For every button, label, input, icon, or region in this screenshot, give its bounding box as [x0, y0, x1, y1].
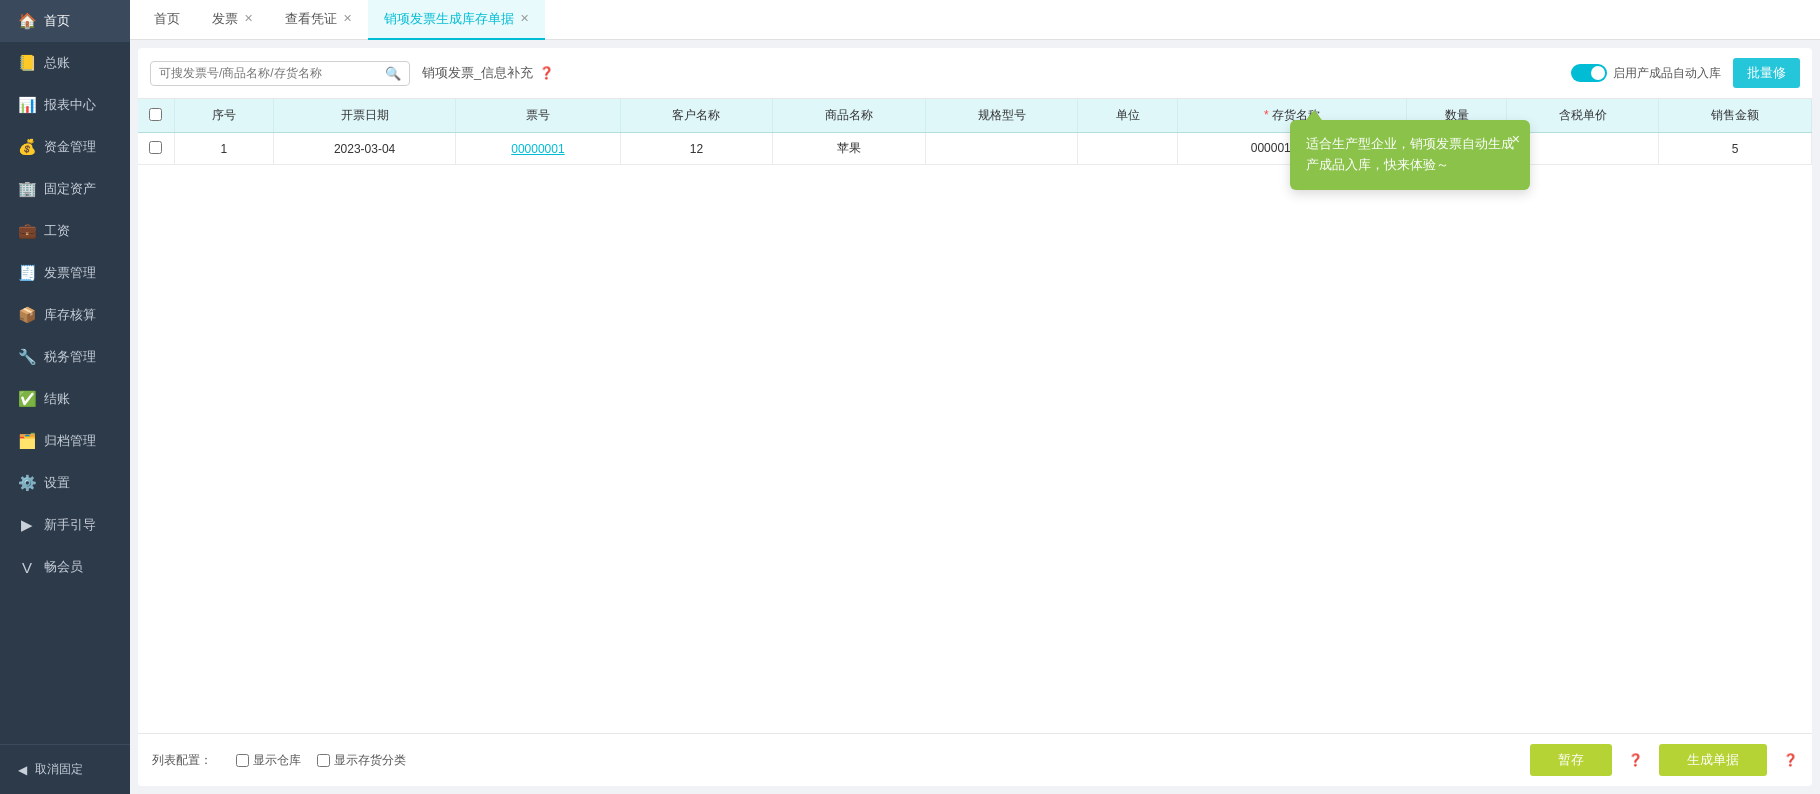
report-icon: 📊 — [18, 96, 36, 114]
invoice-icon: 🧾 — [18, 264, 36, 282]
cell-amount: 5 — [1659, 133, 1812, 165]
save-help-icon: ❓ — [1628, 753, 1643, 767]
sidebar-bottom: ◀ 取消固定 — [0, 744, 130, 794]
generate-button[interactable]: 生成单据 — [1659, 744, 1767, 776]
tooltip-pointer — [1306, 110, 1322, 120]
sidebar: 🏠 首页 📒 总账 📊 报表中心 💰 资金管理 🏢 固定资产 💼 工资 🧾 发票… — [0, 0, 130, 794]
th-checkbox — [138, 99, 174, 133]
tab-stock-form[interactable]: 销项发票生成库存单据 ✕ — [368, 0, 545, 40]
cell-customer: 12 — [620, 133, 773, 165]
sidebar-item-settings[interactable]: ⚙️ 设置 — [0, 462, 130, 504]
toolbar: 🔍 销项发票_信息补充 ❓ 启用产成品自动入库 批量修 — [138, 48, 1812, 99]
guide-icon: ▶ — [18, 516, 36, 534]
auto-warehouse-toggle[interactable] — [1571, 64, 1607, 82]
sidebar-item-archive[interactable]: 🗂️ 归档管理 — [0, 420, 130, 462]
show-category-label: 显示存货分类 — [317, 752, 406, 769]
show-warehouse-checkbox[interactable] — [236, 754, 249, 767]
info-section: 销项发票_信息补充 ❓ — [422, 64, 554, 82]
table-row: 1 2023-03-04 00000001 12 苹果 000001 苹果 个 … — [138, 133, 1812, 165]
unpin-icon: ◀ — [18, 763, 27, 777]
close-voucher-tab-icon[interactable]: ✕ — [343, 12, 352, 25]
th-date: 开票日期 — [274, 99, 456, 133]
cell-goods: 苹果 — [773, 133, 926, 165]
show-category-checkbox[interactable] — [317, 754, 330, 767]
select-all-checkbox[interactable] — [149, 108, 162, 121]
cell-seq: 1 — [174, 133, 274, 165]
sidebar-item-vip[interactable]: V 畅会员 — [0, 546, 130, 588]
tooltip-close-button[interactable]: × — [1512, 128, 1520, 150]
toggle-knob — [1591, 66, 1605, 80]
cell-date: 2023-03-04 — [274, 133, 456, 165]
settle-icon: ✅ — [18, 390, 36, 408]
th-model: 规格型号 — [925, 99, 1078, 133]
th-goods: 商品名称 — [773, 99, 926, 133]
search-input[interactable] — [159, 66, 385, 80]
tab-invoice[interactable]: 发票 ✕ — [196, 0, 269, 40]
tooltip-text: 适合生产型企业，销项发票自动生成产成品入库，快来体验～ — [1306, 136, 1514, 172]
th-amount: 销售金额 — [1659, 99, 1812, 133]
tooltip-popup: × 适合生产型企业，销项发票自动生成产成品入库，快来体验～ — [1290, 120, 1530, 190]
sidebar-item-salary[interactable]: 💼 工资 — [0, 210, 130, 252]
data-table: 序号 开票日期 票号 客户名称 商品名称 规格型号 单位 存货名称 数量 含税单… — [138, 99, 1812, 165]
sidebar-item-fund[interactable]: 💰 资金管理 — [0, 126, 130, 168]
inventory-icon: 📦 — [18, 306, 36, 324]
row-checkbox-cell — [138, 133, 174, 165]
main-area: 首页 发票 ✕ 查看凭证 ✕ 销项发票生成库存单据 ✕ 🔍 销项发票_信息补充 … — [130, 0, 1820, 794]
th-no: 票号 — [456, 99, 621, 133]
tab-home[interactable]: 首页 — [138, 0, 196, 40]
home-icon: 🏠 — [18, 12, 36, 30]
table-wrapper: 序号 开票日期 票号 客户名称 商品名称 规格型号 单位 存货名称 数量 含税单… — [138, 99, 1812, 733]
batch-button[interactable]: 批量修 — [1733, 58, 1800, 88]
sidebar-item-tax[interactable]: 🔧 税务管理 — [0, 336, 130, 378]
th-unit: 单位 — [1078, 99, 1178, 133]
sidebar-item-report[interactable]: 📊 报表中心 — [0, 84, 130, 126]
unpin-button[interactable]: ◀ 取消固定 — [0, 753, 130, 786]
show-warehouse-label: 显示仓库 — [236, 752, 301, 769]
save-button[interactable]: 暂存 — [1530, 744, 1612, 776]
sidebar-item-asset[interactable]: 🏢 固定资产 — [0, 168, 130, 210]
tab-voucher[interactable]: 查看凭证 ✕ — [269, 0, 368, 40]
vip-icon: V — [18, 559, 36, 576]
cell-unit — [1078, 133, 1178, 165]
salary-icon: 💼 — [18, 222, 36, 240]
th-customer: 客户名称 — [620, 99, 773, 133]
sidebar-item-inventory[interactable]: 📦 库存核算 — [0, 294, 130, 336]
info-icon: ❓ — [539, 66, 554, 80]
row-checkbox[interactable] — [149, 141, 162, 154]
toggle-section: 启用产成品自动入库 — [1571, 64, 1721, 82]
search-icon: 🔍 — [385, 66, 401, 81]
close-invoice-tab-icon[interactable]: ✕ — [244, 12, 253, 25]
bottom-bar: 列表配置： 显示仓库 显示存货分类 暂存 ❓ 生成单据 ❓ — [138, 733, 1812, 786]
settings-icon: ⚙️ — [18, 474, 36, 492]
tab-bar: 首页 发票 ✕ 查看凭证 ✕ 销项发票生成库存单据 ✕ — [130, 0, 1820, 40]
search-box[interactable]: 🔍 — [150, 61, 410, 86]
cell-model — [925, 133, 1078, 165]
sidebar-item-invoice[interactable]: 🧾 发票管理 — [0, 252, 130, 294]
tax-icon: 🔧 — [18, 348, 36, 366]
content-area: 🔍 销项发票_信息补充 ❓ 启用产成品自动入库 批量修 — [138, 48, 1812, 786]
generate-help-icon: ❓ — [1783, 753, 1798, 767]
sidebar-item-settle[interactable]: ✅ 结账 — [0, 378, 130, 420]
fund-icon: 💰 — [18, 138, 36, 156]
ledger-icon: 📒 — [18, 54, 36, 72]
th-seq: 序号 — [174, 99, 274, 133]
sidebar-item-guide[interactable]: ▶ 新手引导 — [0, 504, 130, 546]
close-stock-form-tab-icon[interactable]: ✕ — [520, 12, 529, 25]
sidebar-item-ledger[interactable]: 📒 总账 — [0, 42, 130, 84]
asset-icon: 🏢 — [18, 180, 36, 198]
list-config-label: 列表配置： — [152, 752, 212, 769]
archive-icon: 🗂️ — [18, 432, 36, 450]
cell-no[interactable]: 00000001 — [456, 133, 621, 165]
sidebar-item-home[interactable]: 🏠 首页 — [0, 0, 130, 42]
